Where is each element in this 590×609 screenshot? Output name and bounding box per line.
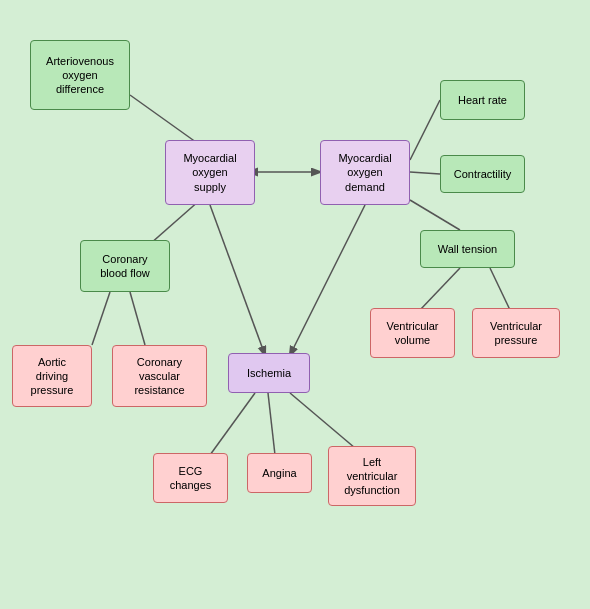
diagram-container: Arteriovenous oxygen difference Myocardi… — [0, 0, 590, 609]
svg-line-6 — [92, 292, 110, 345]
svg-line-0 — [130, 95, 200, 145]
node-ventricular-volume: Ventricular volume — [370, 308, 455, 358]
node-angina: Angina — [247, 453, 312, 493]
node-contractility: Contractility — [440, 155, 525, 193]
svg-line-3 — [410, 200, 460, 230]
svg-line-13 — [268, 393, 275, 455]
svg-line-7 — [130, 292, 145, 345]
node-myocardial-demand: Myocardial oxygen demand — [320, 140, 410, 205]
node-arteriovenous: Arteriovenous oxygen difference — [30, 40, 130, 110]
node-left-ventricular: Left ventricular dysfunction — [328, 446, 416, 506]
svg-line-14 — [290, 393, 355, 448]
svg-line-2 — [410, 172, 440, 174]
node-ecg-changes: ECG changes — [153, 453, 228, 503]
node-wall-tension: Wall tension — [420, 230, 515, 268]
svg-line-10 — [420, 268, 460, 310]
node-heart-rate: Heart rate — [440, 80, 525, 120]
node-ventricular-pressure: Ventricular pressure — [472, 308, 560, 358]
node-coronary-vascular: Coronary vascular resistance — [112, 345, 207, 407]
node-coronary-blood-flow: Coronary blood flow — [80, 240, 170, 292]
svg-line-12 — [210, 393, 255, 455]
svg-line-11 — [490, 268, 510, 310]
svg-line-9 — [290, 205, 365, 355]
svg-line-8 — [210, 205, 265, 355]
node-aortic-driving: Aortic driving pressure — [12, 345, 92, 407]
node-ischemia: Ischemia — [228, 353, 310, 393]
node-myocardial-supply: Myocardial oxygen supply — [165, 140, 255, 205]
svg-line-1 — [410, 100, 440, 160]
